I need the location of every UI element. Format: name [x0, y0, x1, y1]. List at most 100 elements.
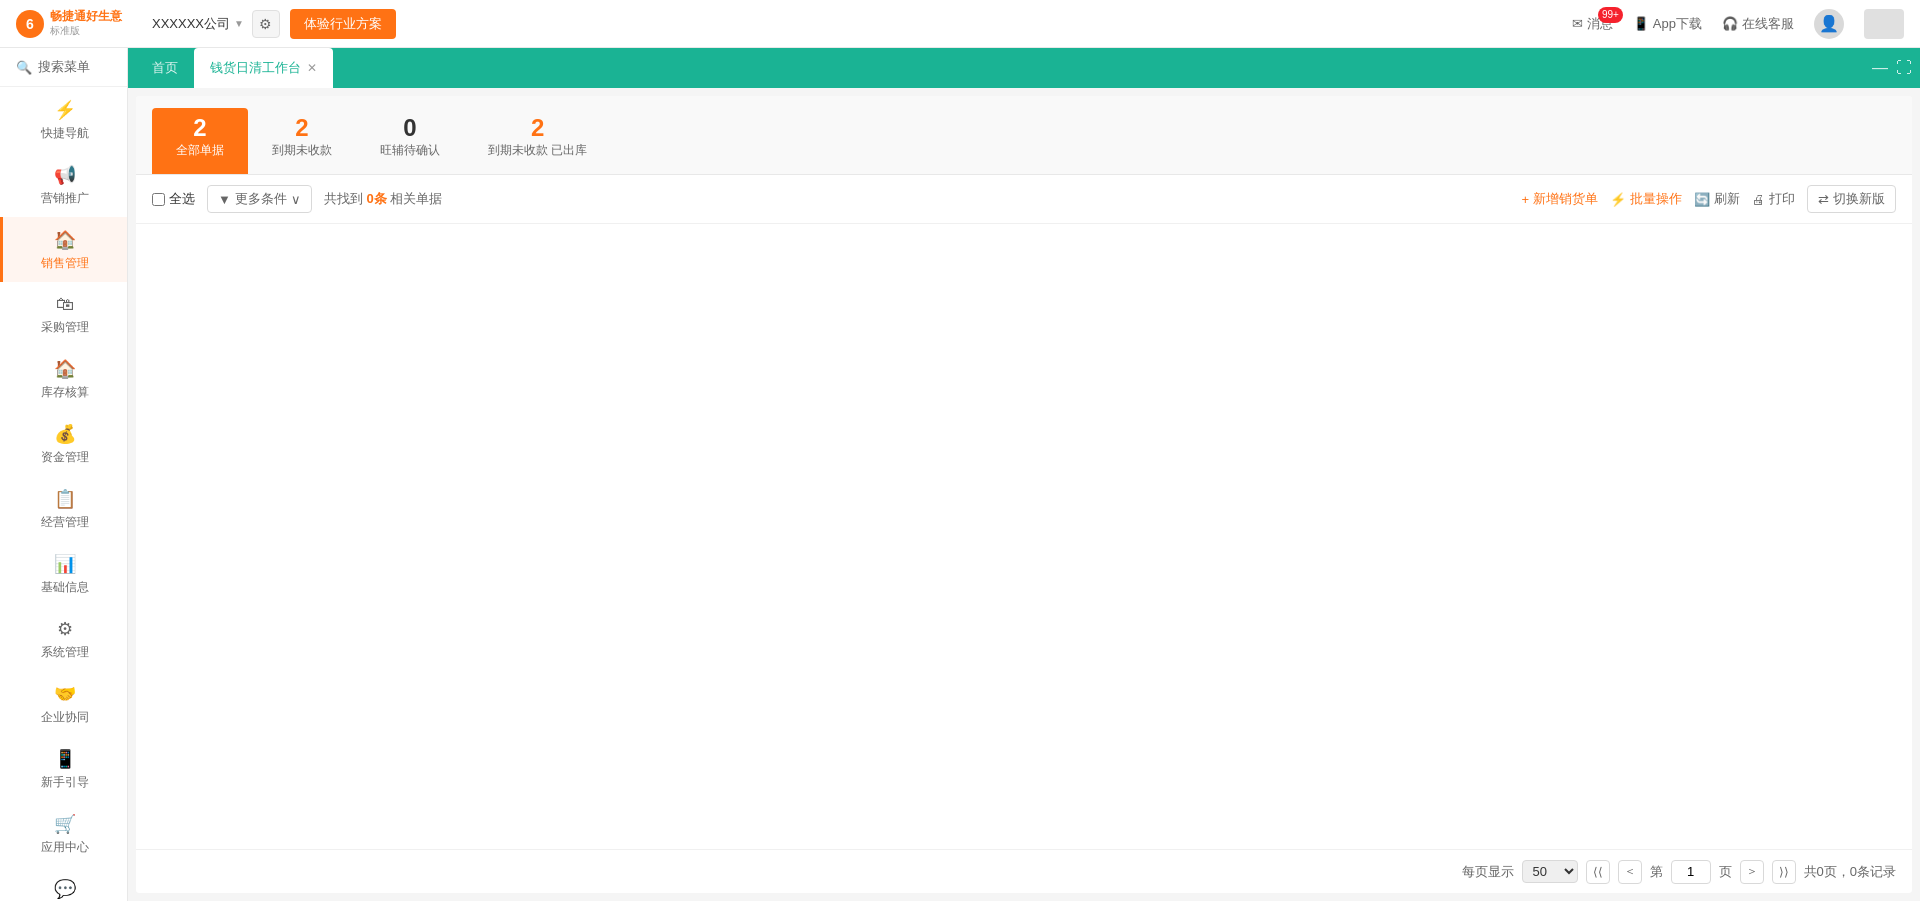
stat-label-all: 全部单据 [176, 142, 224, 159]
top-header: 6 畅捷通好生意 标准版 XXXXXX公司 ▼ ⚙ 体验行业方案 ✉ 消息 99… [0, 0, 1920, 48]
tab-home[interactable]: 首页 [136, 48, 194, 88]
sidebar-item-purchase[interactable]: 🛍 采购管理 [0, 282, 127, 346]
stat-label-overdue-out: 到期未收款 已出库 [488, 142, 587, 159]
page-first-button[interactable]: ⟨⟨ [1586, 860, 1610, 884]
sidebar-label-guide: 新手引导 [41, 774, 89, 791]
finance-icon: 💰 [54, 423, 76, 445]
print-icon: 🖨 [1752, 192, 1765, 207]
app-download-label: App下载 [1653, 15, 1702, 33]
sidebar-item-inventory[interactable]: 🏠 库存核算 [0, 346, 127, 411]
toolbar: 全选 ▼ 更多条件 ∨ 共找到 0条 相关单据 + 新增销货单 ⚡ 批量操作 [136, 175, 1912, 224]
filter-chevron-icon: ∨ [291, 192, 301, 207]
sidebar-label-system: 系统管理 [41, 644, 89, 661]
page-label: 第 [1650, 863, 1663, 881]
stat-label-overdue: 到期未收款 [272, 142, 332, 159]
page-size-select[interactable]: 50 100 200 [1522, 860, 1578, 883]
tab-bar: 首页 钱货日清工作台 ✕ — ⛶ [128, 48, 1920, 88]
stats-tabs: 2 全部单据 2 到期未收款 0 旺辅待确认 2 到期未收款 已出库 [136, 96, 1912, 175]
sidebar-label-operations: 经营管理 [41, 514, 89, 531]
switch-icon: ⇄ [1818, 192, 1829, 207]
wechat-icon: 💬 [54, 878, 76, 900]
sidebar-item-marketing[interactable]: 📢 营销推广 [0, 152, 127, 217]
sidebar-label-basic: 基础信息 [41, 579, 89, 596]
sidebar-item-operations[interactable]: 📋 经营管理 [0, 476, 127, 541]
filter-label: 更多条件 [235, 190, 287, 208]
tab-workbench-label: 钱货日清工作台 [210, 59, 301, 77]
stat-tab-all[interactable]: 2 全部单据 [152, 108, 248, 174]
company-name: XXXXXX公司 [152, 15, 230, 33]
tab-bar-controls: — ⛶ [1872, 59, 1912, 77]
filter-button[interactable]: ▼ 更多条件 ∨ [207, 185, 312, 213]
sidebar-item-wechat[interactable]: 💬 企业微信 [0, 866, 127, 901]
header-right: ✉ 消息 99+ 📱 App下载 🎧 在线客服 👤 [1572, 9, 1904, 39]
sidebar-label-appstore: 应用中心 [41, 839, 89, 856]
app-name: 畅捷通好生意 [50, 9, 122, 25]
page-unit: 页 [1719, 863, 1732, 881]
switch-version-button[interactable]: ⇄ 切换新版 [1807, 185, 1896, 213]
tab-minimize-icon[interactable]: — [1872, 59, 1888, 77]
select-all-input[interactable] [152, 193, 165, 206]
refresh-label: 刷新 [1714, 190, 1740, 208]
sidebar-item-basic[interactable]: 📊 基础信息 [0, 541, 127, 606]
online-service-label: 在线客服 [1742, 15, 1794, 33]
result-count: 0条 [367, 191, 387, 206]
page-last-button[interactable]: ⟩⟩ [1772, 860, 1796, 884]
service-icon: 🎧 [1722, 16, 1738, 31]
print-label: 打印 [1769, 190, 1795, 208]
print-button[interactable]: 🖨 打印 [1752, 190, 1795, 208]
sidebar-item-appstore[interactable]: 🛒 应用中心 [0, 801, 127, 866]
page-next-button[interactable]: ＞ [1740, 860, 1764, 884]
app-logo-icon: 6 [16, 10, 44, 38]
sidebar-label-cooperation: 企业协同 [41, 709, 89, 726]
add-sale-button[interactable]: + 新增销货单 [1521, 190, 1598, 208]
batch-button[interactable]: ⚡ 批量操作 [1610, 190, 1682, 208]
switch-label: 切换新版 [1833, 190, 1885, 208]
sidebar-item-cooperation[interactable]: 🤝 企业协同 [0, 671, 127, 736]
message-icon: ✉ [1572, 16, 1583, 31]
refresh-button[interactable]: 🔄 刷新 [1694, 190, 1740, 208]
stat-tab-overdue[interactable]: 2 到期未收款 [248, 108, 356, 174]
avatar-icon: 👤 [1819, 14, 1839, 33]
stat-num-pending: 0 [403, 116, 416, 140]
tab-workbench[interactable]: 钱货日清工作台 ✕ [194, 48, 333, 88]
online-service-button[interactable]: 🎧 在线客服 [1722, 15, 1794, 33]
avatar[interactable]: 👤 [1814, 9, 1844, 39]
sidebar-item-system[interactable]: ⚙ 系统管理 [0, 606, 127, 671]
page-prev-button[interactable]: ＜ [1618, 860, 1642, 884]
pagination: 每页显示 50 100 200 ⟨⟨ ＜ 第 页 ＞ ⟩⟩ 共0页，0条记录 [136, 849, 1912, 893]
stat-num-all: 2 [193, 116, 206, 140]
stat-tab-overdue-out[interactable]: 2 到期未收款 已出库 [464, 108, 611, 174]
sidebar-item-sales[interactable]: 🏠 销售管理 [0, 217, 127, 282]
trial-button[interactable]: 体验行业方案 [290, 9, 396, 39]
tab-expand-icon[interactable]: ⛶ [1896, 59, 1912, 77]
user-menu[interactable] [1864, 9, 1904, 39]
sidebar-item-finance[interactable]: 💰 资金管理 [0, 411, 127, 476]
company-selector[interactable]: XXXXXX公司 ▼ [152, 15, 244, 33]
main-content: 首页 钱货日清工作台 ✕ — ⛶ 2 全部单据 2 到期未收款 0 旺辅待确认 [128, 48, 1920, 901]
sidebar-label-marketing: 营销推广 [41, 190, 89, 207]
add-icon: + [1521, 192, 1529, 207]
download-icon: 📱 [1633, 16, 1649, 31]
message-badge: 99+ [1598, 7, 1623, 23]
select-all-checkbox[interactable]: 全选 [152, 190, 195, 208]
batch-label: 批量操作 [1630, 190, 1682, 208]
tab-close-icon[interactable]: ✕ [307, 61, 317, 75]
purchase-icon: 🛍 [56, 294, 74, 315]
result-suffix: 相关单据 [390, 191, 442, 206]
app-download-button[interactable]: 📱 App下载 [1633, 15, 1702, 33]
page-input[interactable] [1671, 860, 1711, 884]
message-button[interactable]: ✉ 消息 99+ [1572, 15, 1613, 33]
tab-home-label: 首页 [152, 59, 178, 77]
sidebar-item-guide[interactable]: 📱 新手引导 [0, 736, 127, 801]
refresh-icon: 🔄 [1694, 192, 1710, 207]
sidebar-label-quick-nav: 快捷导航 [41, 125, 89, 142]
search-menu-item[interactable]: 🔍 搜索菜单 [0, 48, 127, 87]
stat-num-overdue: 2 [295, 116, 308, 140]
select-all-label: 全选 [169, 190, 195, 208]
sidebar-item-quick-nav[interactable]: ⚡ 快捷导航 [0, 87, 127, 152]
chevron-down-icon: ▼ [234, 18, 244, 29]
operations-icon: 📋 [54, 488, 76, 510]
stat-tab-pending[interactable]: 0 旺辅待确认 [356, 108, 464, 174]
settings-button[interactable]: ⚙ [252, 10, 280, 38]
logo-area: 6 畅捷通好生意 标准版 [16, 9, 144, 39]
